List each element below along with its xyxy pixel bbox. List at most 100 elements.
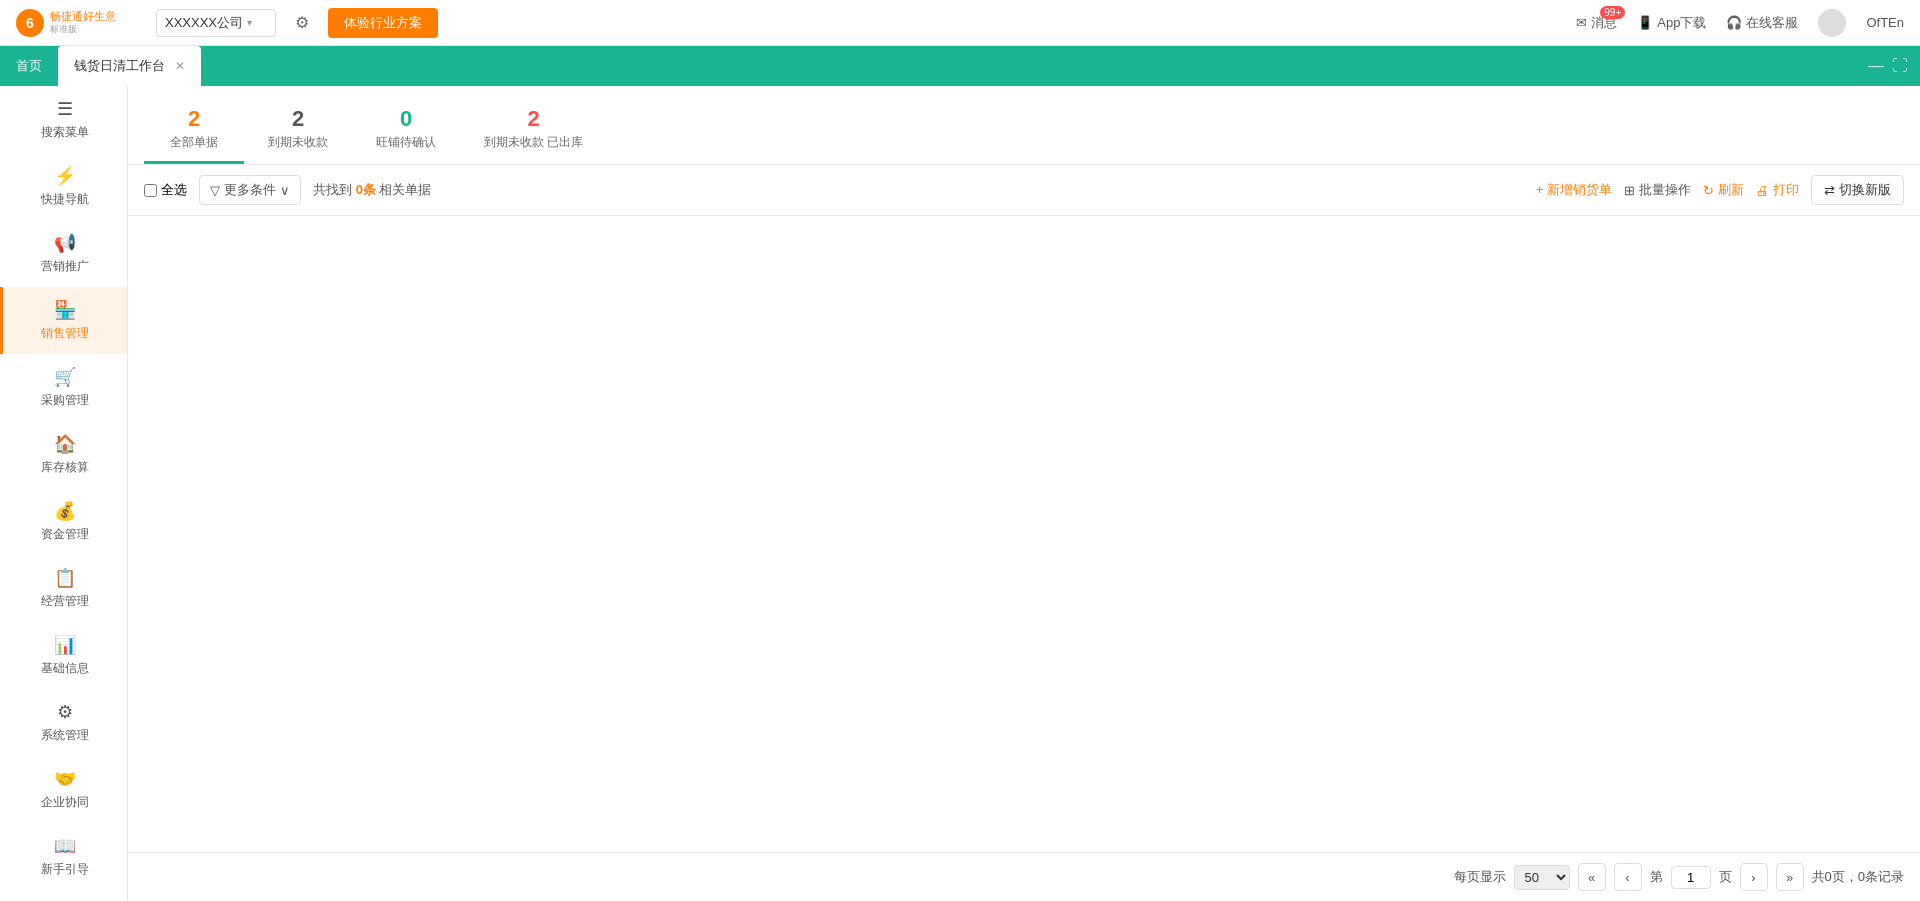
select-all-input[interactable] bbox=[144, 184, 157, 197]
top-bar: 6 畅捷通好生意 标准版 XXXXXX公司 ▾ ⚙ 体验行业方案 ✉ 消息 99… bbox=[0, 0, 1920, 46]
select-all-checkbox[interactable]: 全选 bbox=[144, 181, 187, 199]
new-order-button[interactable]: + 新增销货单 bbox=[1536, 181, 1612, 199]
logo-text-area: 畅捷通好生意 标准版 bbox=[50, 9, 116, 36]
total-text: 共0页，0条记录 bbox=[1812, 868, 1904, 886]
sidebar-item-collab[interactable]: 🤝 企业协同 bbox=[0, 756, 127, 823]
found-suffix: 相关单据 bbox=[379, 182, 431, 197]
top-bar-right: ✉ 消息 99+ 📱 App下载 🎧 在线客服 OfTEn bbox=[1576, 9, 1904, 37]
avatar[interactable] bbox=[1818, 9, 1846, 37]
sidebar-item-apps[interactable]: 📦 应用中心 bbox=[0, 890, 127, 901]
sidebar-label-collab: 企业协同 bbox=[41, 794, 89, 811]
filter-icon: ▽ bbox=[210, 183, 220, 198]
wb-tab-shipped[interactable]: 2 到期未收款 已出库 bbox=[460, 98, 607, 164]
app-download-icon: 📱 bbox=[1637, 15, 1653, 30]
tab-close-icon[interactable]: ✕ bbox=[175, 59, 185, 73]
main-layout: ☰ 搜索菜单 ⚡ 快捷导航 📢 营销推广 🏪 销售管理 🛒 采购管理 🏠 库存核… bbox=[0, 86, 1920, 901]
table-area bbox=[128, 216, 1920, 852]
sidebar-item-system[interactable]: ⚙ 系统管理 bbox=[0, 689, 127, 756]
page-label: 第 bbox=[1650, 868, 1663, 886]
logo-area: 6 畅捷通好生意 标准版 bbox=[16, 9, 144, 37]
pagination-bar: 每页显示 50 100 « ‹ 第 页 › » 共0页，0条记录 bbox=[128, 852, 1920, 901]
tab-workbench[interactable]: 钱货日清工作台 ✕ bbox=[58, 46, 201, 86]
online-service-button[interactable]: 🎧 在线客服 bbox=[1726, 14, 1798, 32]
print-button[interactable]: 🖨 打印 bbox=[1756, 181, 1799, 199]
wb-tab-all-count: 2 bbox=[188, 106, 200, 132]
sidebar-item-sales[interactable]: 🏪 销售管理 bbox=[0, 287, 127, 354]
sidebar-label-sales: 销售管理 bbox=[41, 325, 89, 342]
switch-icon: ⇄ bbox=[1824, 183, 1835, 198]
sidebar: ☰ 搜索菜单 ⚡ 快捷导航 📢 营销推广 🏪 销售管理 🛒 采购管理 🏠 库存核… bbox=[0, 86, 128, 901]
refresh-button[interactable]: ↻ 刷新 bbox=[1703, 181, 1744, 199]
wb-tab-all-label: 全部单据 bbox=[170, 134, 218, 151]
sidebar-label-finance: 资金管理 bbox=[41, 526, 89, 543]
marketing-icon: 📢 bbox=[54, 232, 76, 254]
sales-icon: 🏪 bbox=[54, 299, 76, 321]
company-selector[interactable]: XXXXXX公司 ▾ bbox=[156, 9, 276, 37]
sidebar-label-shortcut: 快捷导航 bbox=[41, 191, 89, 208]
sidebar-item-purchase[interactable]: 🛒 采购管理 bbox=[0, 354, 127, 421]
operation-icon: 📋 bbox=[54, 567, 76, 589]
sidebar-item-marketing[interactable]: 📢 营销推广 bbox=[0, 220, 127, 287]
trial-button[interactable]: 体验行业方案 bbox=[328, 8, 438, 38]
page-prev-button[interactable]: ‹ bbox=[1614, 863, 1642, 891]
per-page-select[interactable]: 50 100 bbox=[1514, 865, 1570, 890]
toolbar: 全选 ▽ 更多条件 ∨ 共找到 0条 相关单据 + 新增销货单 ⊞ 批量操作 bbox=[128, 165, 1920, 216]
page-end-label: 页 bbox=[1719, 868, 1732, 886]
system-icon: ⚙ bbox=[57, 701, 73, 723]
logo-badge: 标准版 bbox=[50, 23, 116, 36]
wb-tab-all[interactable]: 2 全部单据 bbox=[144, 98, 244, 164]
service-icon: 🎧 bbox=[1726, 15, 1742, 30]
logo-icon: 6 bbox=[16, 9, 44, 37]
sidebar-item-shortcut[interactable]: ⚡ 快捷导航 bbox=[0, 153, 127, 220]
filter-label: 更多条件 bbox=[224, 181, 276, 199]
wb-tab-shipped-count: 2 bbox=[528, 106, 540, 132]
page-last-button[interactable]: » bbox=[1776, 863, 1804, 891]
tab-maximize-button[interactable]: ⛶ bbox=[1892, 57, 1908, 75]
sidebar-item-inventory[interactable]: 🏠 库存核算 bbox=[0, 421, 127, 488]
sidebar-item-basic[interactable]: 📊 基础信息 bbox=[0, 622, 127, 689]
batch-icon: ⊞ bbox=[1624, 183, 1635, 198]
batch-button[interactable]: ⊞ 批量操作 bbox=[1624, 181, 1691, 199]
collab-icon: 🤝 bbox=[54, 768, 76, 790]
settings-button[interactable]: ⚙ bbox=[288, 9, 316, 37]
select-all-label: 全选 bbox=[161, 181, 187, 199]
wb-tab-shipped-label: 到期未收款 已出库 bbox=[484, 134, 583, 151]
company-name: XXXXXX公司 bbox=[165, 14, 243, 32]
filter-button[interactable]: ▽ 更多条件 ∨ bbox=[199, 175, 301, 205]
sidebar-item-operation[interactable]: 📋 经营管理 bbox=[0, 555, 127, 622]
switch-version-button[interactable]: ⇄ 切换新版 bbox=[1811, 175, 1904, 205]
found-count: 0条 bbox=[356, 182, 376, 197]
app-download-button[interactable]: 📱 App下载 bbox=[1637, 14, 1706, 32]
wb-tab-wangpu-label: 旺铺待确认 bbox=[376, 134, 436, 151]
shortcut-icon: ⚡ bbox=[54, 165, 76, 187]
page-number-input[interactable] bbox=[1671, 866, 1711, 889]
wb-tab-overdue-label: 到期未收款 bbox=[268, 134, 328, 151]
sidebar-item-search[interactable]: ☰ 搜索菜单 bbox=[0, 86, 127, 153]
tab-home[interactable]: 首页 bbox=[0, 46, 58, 86]
message-icon: ✉ bbox=[1576, 15, 1587, 30]
tab-home-label: 首页 bbox=[16, 57, 42, 75]
search-icon: ☰ bbox=[57, 98, 73, 120]
refresh-icon: ↻ bbox=[1703, 183, 1714, 198]
tab-bar-actions: — ⛶ bbox=[1856, 57, 1920, 75]
sidebar-item-finance[interactable]: 💰 资金管理 bbox=[0, 488, 127, 555]
wb-tab-overdue[interactable]: 2 到期未收款 bbox=[244, 98, 352, 164]
inventory-icon: 🏠 bbox=[54, 433, 76, 455]
top-bar-left: 6 畅捷通好生意 标准版 XXXXXX公司 ▾ ⚙ 体验行业方案 bbox=[16, 8, 438, 38]
sidebar-item-guide[interactable]: 📖 新手引导 bbox=[0, 823, 127, 890]
service-label: 在线客服 bbox=[1746, 14, 1798, 32]
tab-minimize-button[interactable]: — bbox=[1868, 57, 1884, 75]
sidebar-label-system: 系统管理 bbox=[41, 727, 89, 744]
finance-icon: 💰 bbox=[54, 500, 76, 522]
workbench-tabs: 2 全部单据 2 到期未收款 0 旺铺待确认 2 到期未收款 已出库 bbox=[128, 86, 1920, 165]
per-page-label: 每页显示 bbox=[1454, 868, 1506, 886]
wb-tab-wangpu[interactable]: 0 旺铺待确认 bbox=[352, 98, 460, 164]
page-first-button[interactable]: « bbox=[1578, 863, 1606, 891]
sidebar-label-operation: 经营管理 bbox=[41, 593, 89, 610]
page-next-button[interactable]: › bbox=[1740, 863, 1768, 891]
batch-label: 批量操作 bbox=[1639, 181, 1691, 199]
company-dropdown-icon: ▾ bbox=[247, 17, 252, 28]
filter-chevron-icon: ∨ bbox=[280, 183, 290, 198]
wb-tab-overdue-count: 2 bbox=[292, 106, 304, 132]
message-button[interactable]: ✉ 消息 99+ bbox=[1576, 14, 1617, 32]
